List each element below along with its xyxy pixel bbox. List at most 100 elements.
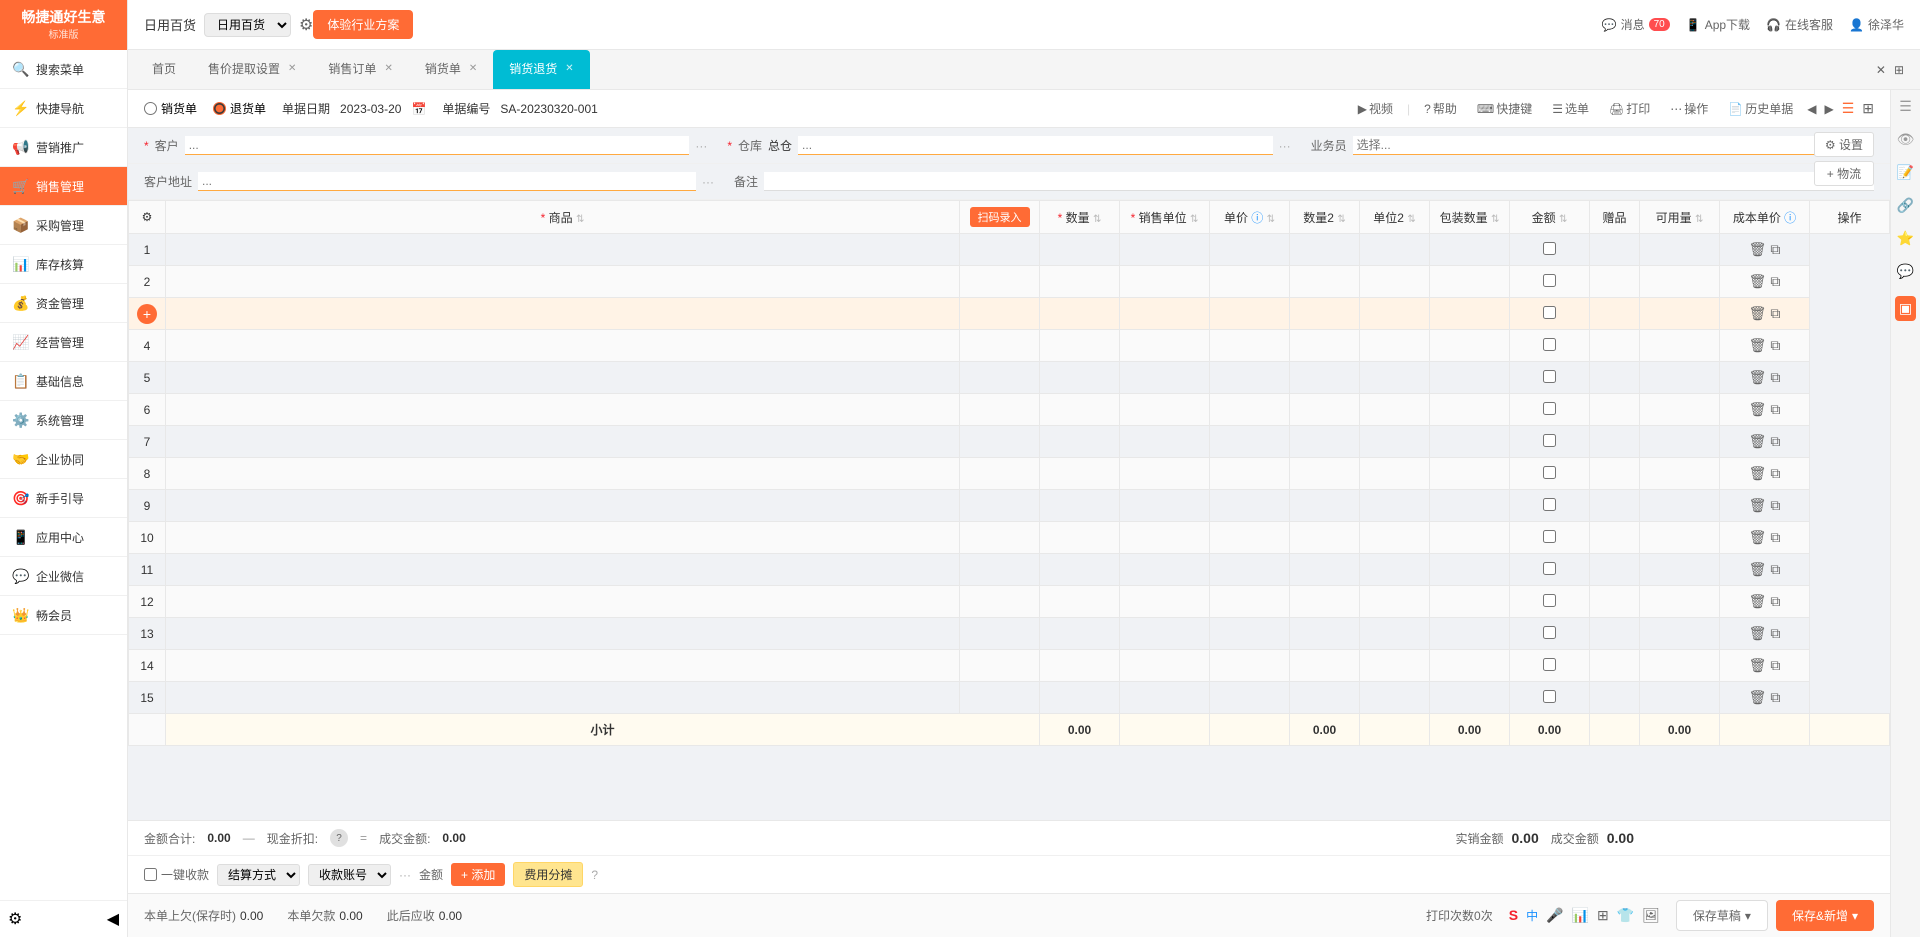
address-more-icon[interactable]: ··· xyxy=(702,175,714,189)
logistics-btn[interactable]: + 物流 xyxy=(1814,161,1874,186)
copy-row-icon-10[interactable]: ⧉ xyxy=(1770,529,1780,546)
settings-gear-icon[interactable]: ⚙ xyxy=(8,909,22,929)
list-view-icon[interactable]: ☰ xyxy=(1842,100,1855,117)
gift-checkbox-3[interactable] xyxy=(1543,306,1556,319)
copy-row-icon-15[interactable]: ⧉ xyxy=(1770,689,1780,706)
delete-row-icon-4[interactable]: 🗑 xyxy=(1749,337,1767,354)
right-panel-icon-5[interactable]: ⭐ xyxy=(1897,230,1914,247)
warehouse-more-icon[interactable]: ··· xyxy=(1279,139,1291,153)
col-unit2-sort-icon[interactable]: ⇅ xyxy=(1407,214,1415,225)
sidebar-item-basic[interactable]: 📋 基础信息 xyxy=(0,362,127,401)
chinese-icon[interactable]: 中 xyxy=(1526,907,1538,924)
account-more-icon[interactable]: ··· xyxy=(399,868,411,882)
copy-row-icon-5[interactable]: ⧉ xyxy=(1770,369,1780,386)
col-cost-price-info-icon[interactable]: ⓘ xyxy=(1784,211,1796,225)
delete-row-icon-2[interactable]: 🗑 xyxy=(1749,273,1767,290)
settlement-select[interactable]: 结算方式 xyxy=(217,864,300,886)
select-btn[interactable]: ☰ 选单 xyxy=(1546,98,1595,119)
copy-row-icon-14[interactable]: ⧉ xyxy=(1770,657,1780,674)
col-unit-price-sort-icon[interactable]: ⇅ xyxy=(1267,214,1275,225)
gift-checkbox-12[interactable] xyxy=(1543,594,1556,607)
online-service-item[interactable]: 🎧 在线客服 xyxy=(1766,16,1833,33)
sidebar-item-sales[interactable]: 🛒 销售管理 xyxy=(0,167,127,206)
customer-input[interactable] xyxy=(185,136,690,155)
delete-row-icon-7[interactable]: 🗑 xyxy=(1749,433,1767,450)
sidebar-item-finance[interactable]: 💰 资金管理 xyxy=(0,284,127,323)
delete-row-icon-6[interactable]: 🗑 xyxy=(1749,401,1767,418)
tab-home[interactable]: 首页 xyxy=(136,50,192,89)
copy-row-icon-2[interactable]: ⧉ xyxy=(1770,273,1780,290)
delete-row-icon-5[interactable]: 🗑 xyxy=(1749,369,1767,386)
s-icon[interactable]: S xyxy=(1509,907,1518,924)
delete-row-icon-8[interactable]: 🗑 xyxy=(1749,465,1767,482)
delete-row-icon-10[interactable]: 🗑 xyxy=(1749,529,1767,546)
right-panel-icon-6[interactable]: 💬 xyxy=(1897,263,1914,280)
col-quantity-sort-icon[interactable]: ⇅ xyxy=(1093,214,1101,225)
copy-row-icon-4[interactable]: ⧉ xyxy=(1770,337,1780,354)
print-btn[interactable]: 🖨 打印 xyxy=(1603,98,1656,119)
right-panel-icon-4[interactable]: 🔗 xyxy=(1897,197,1914,214)
close-all-icon[interactable]: ✕ xyxy=(1876,63,1886,77)
sidebar-item-guide[interactable]: 🎯 新手引导 xyxy=(0,479,127,518)
tab-sales-return[interactable]: 销货退货 ✕ xyxy=(493,50,589,89)
warehouse-input[interactable] xyxy=(798,136,1273,155)
calc-help-icon[interactable]: ? xyxy=(330,829,348,847)
help-btn[interactable]: ? 帮助 xyxy=(1418,98,1463,119)
add-row-button[interactable]: + xyxy=(137,304,157,324)
sidebar-item-marketing[interactable]: 📢 营销推广 xyxy=(0,128,127,167)
fee-help-icon[interactable]: ? xyxy=(591,868,598,882)
col-qty2-sort-icon[interactable]: ⇅ xyxy=(1337,214,1345,225)
gift-checkbox-4[interactable] xyxy=(1543,338,1556,351)
gift-checkbox-9[interactable] xyxy=(1543,498,1556,511)
gift-checkbox-14[interactable] xyxy=(1543,658,1556,671)
address-input[interactable] xyxy=(198,172,696,191)
tab-sales-order[interactable]: 销售订单 ✕ xyxy=(312,50,408,89)
scan-button[interactable]: 扫码录入 xyxy=(970,207,1030,227)
user-item[interactable]: 👤 徐泽华 xyxy=(1849,16,1904,33)
col-settings-icon[interactable]: ⚙ xyxy=(142,210,153,224)
gift-checkbox-8[interactable] xyxy=(1543,466,1556,479)
one-click-collect-checkbox[interactable]: 一键收款 xyxy=(144,866,209,883)
tab-sales-delivery[interactable]: 销货单 ✕ xyxy=(409,50,493,89)
next-icon[interactable]: ▶ xyxy=(1824,102,1833,116)
collapse-icon[interactable]: ◀ xyxy=(107,909,119,929)
copy-row-icon-12[interactable]: ⧉ xyxy=(1770,593,1780,610)
gift-checkbox-7[interactable] xyxy=(1543,434,1556,447)
col-unit-price-info-icon[interactable]: ⓘ xyxy=(1251,211,1263,225)
sidebar-item-inventory[interactable]: 📊 库存核算 xyxy=(0,245,127,284)
gift-checkbox-13[interactable] xyxy=(1543,626,1556,639)
product-input-3[interactable] xyxy=(174,307,951,321)
delete-row-icon-14[interactable]: 🗑 xyxy=(1749,657,1767,674)
radio-return-input[interactable] xyxy=(213,102,226,115)
settings-btn[interactable]: ⚙ 设置 xyxy=(1814,132,1874,157)
delete-row-icon-3[interactable]: 🗑 xyxy=(1749,305,1767,322)
radio-sales[interactable]: 销货单 xyxy=(144,100,197,117)
sidebar-item-purchase[interactable]: 📦 采购管理 xyxy=(0,206,127,245)
grid-view-icon[interactable]: ⊞ xyxy=(1862,100,1874,117)
right-panel-active[interactable]: ▣ xyxy=(1895,296,1916,321)
salesperson-input[interactable] xyxy=(1353,136,1856,155)
one-click-checkbox-input[interactable] xyxy=(144,868,157,881)
history-btn[interactable]: 📄 历史单据 xyxy=(1722,98,1799,119)
image-icon[interactable]: 🖼 xyxy=(1642,907,1660,924)
col-unit-sort-icon[interactable]: ⇅ xyxy=(1190,214,1198,225)
sidebar-item-search[interactable]: 🔍 搜索菜单 xyxy=(0,50,127,89)
delete-row-icon-1[interactable]: 🗑 xyxy=(1749,241,1767,258)
prev-icon[interactable]: ◀ xyxy=(1807,102,1816,116)
experience-button[interactable]: 体验行业方案 xyxy=(313,10,413,39)
sidebar-item-enterprise[interactable]: 🤝 企业协同 xyxy=(0,440,127,479)
col-settings[interactable]: ⚙ xyxy=(129,201,166,234)
calendar-icon[interactable]: 📅 xyxy=(411,102,426,116)
operations-btn[interactable]: ⋯ 操作 xyxy=(1664,98,1714,119)
col-product-sort-icon[interactable]: ⇅ xyxy=(576,214,584,225)
delete-row-icon-12[interactable]: 🗑 xyxy=(1749,593,1767,610)
copy-row-icon-9[interactable]: ⧉ xyxy=(1770,497,1780,514)
sidebar-item-operations[interactable]: 📈 经营管理 xyxy=(0,323,127,362)
topbar-dropdown[interactable]: 日用百货 xyxy=(204,13,291,37)
delete-row-icon-15[interactable]: 🗑 xyxy=(1749,689,1767,706)
tab-sales-order-close-icon[interactable]: ✕ xyxy=(384,63,392,74)
chart-icon[interactable]: 📊 xyxy=(1572,907,1589,924)
mic-icon[interactable]: 🎤 xyxy=(1546,907,1563,924)
shirt-icon[interactable]: 👕 xyxy=(1617,907,1634,924)
copy-row-icon-8[interactable]: ⧉ xyxy=(1770,465,1780,482)
